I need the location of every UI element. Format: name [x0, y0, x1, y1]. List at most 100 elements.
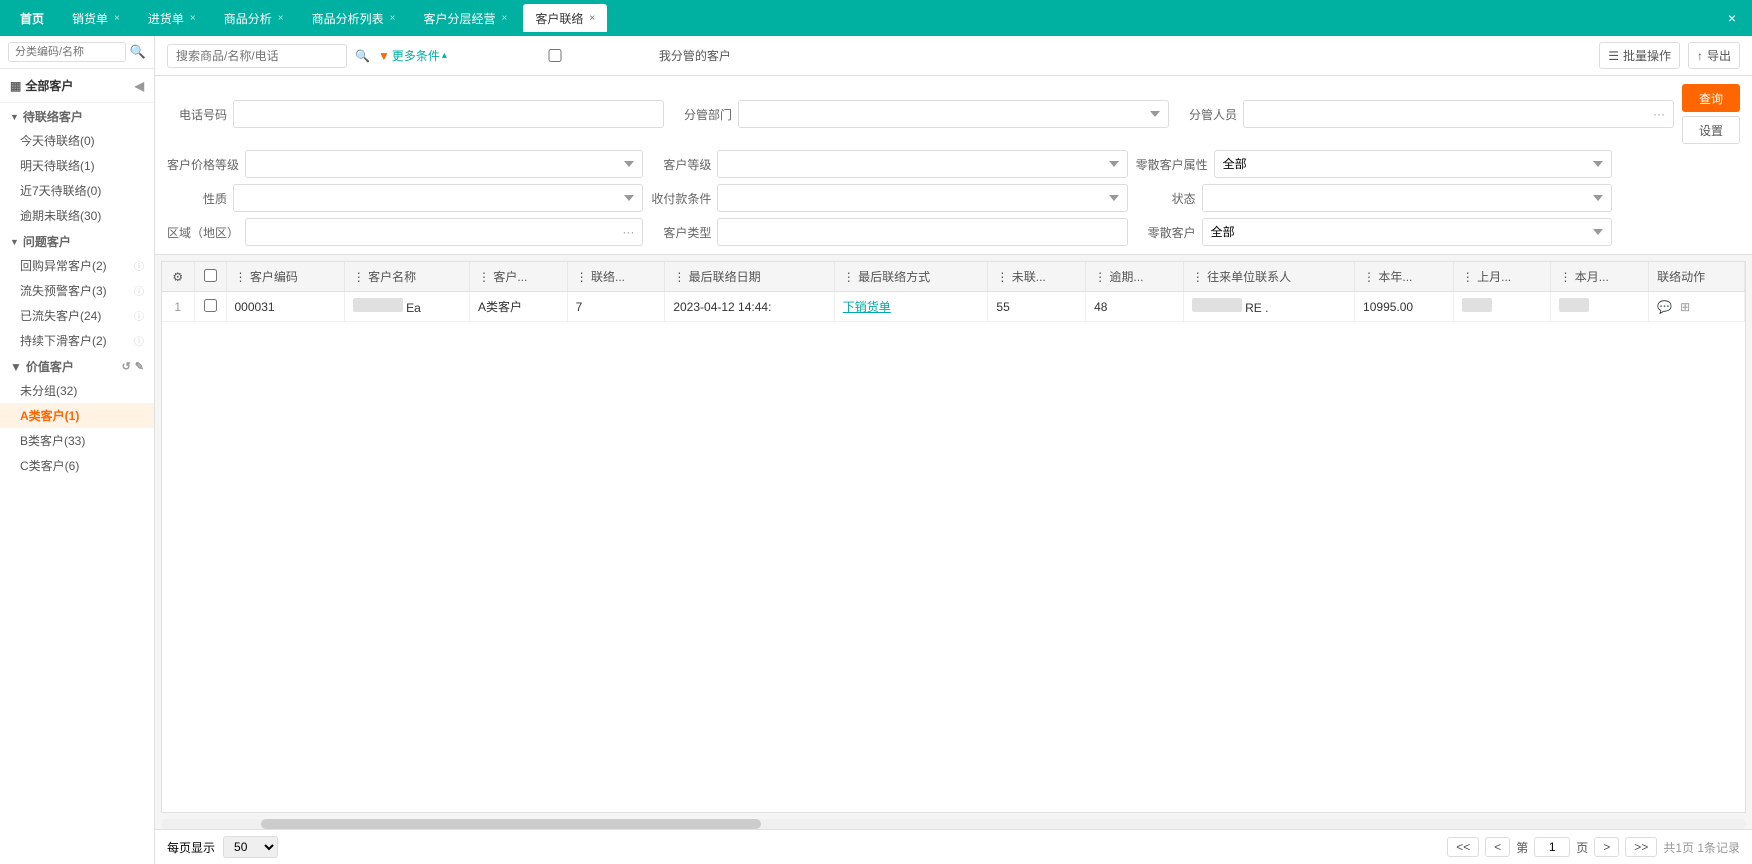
sidebar-collapse-icon[interactable]: ◀ [135, 79, 144, 93]
edit-icon[interactable]: ✎ [135, 360, 144, 373]
col-this-month[interactable]: ⋮ 本月... [1551, 262, 1649, 292]
select-all-checkbox[interactable] [204, 269, 217, 282]
cell-row-actions: 💬 ⊞ [1649, 292, 1745, 322]
col-last-method[interactable]: ⋮ 最后联络方式 [834, 262, 988, 292]
nav-product-list[interactable]: 商品分析列表 × [300, 4, 408, 32]
sidebar-overdue-pending[interactable]: 逾期未联络(30) [0, 203, 154, 228]
status-select[interactable] [1202, 184, 1612, 212]
nav-purchase-close[interactable]: × [190, 13, 196, 24]
nav-home[interactable]: 首页 [8, 4, 56, 32]
sidebar-today-pending[interactable]: 今天待联络(0) [0, 128, 154, 153]
query-button[interactable]: 查询 [1682, 84, 1740, 112]
col-overdue[interactable]: ⋮ 逾期... [1086, 262, 1184, 292]
search-input[interactable] [167, 44, 347, 68]
next-page-button[interactable]: > [1594, 837, 1619, 857]
sidebar-b-class[interactable]: B类客户(33) [0, 428, 154, 453]
page-size-select[interactable]: 50 20 100 [223, 836, 278, 858]
sidebar-churned[interactable]: 已流失客户(24) ⓘ [0, 303, 154, 328]
sidebar-churn-warning[interactable]: 流失预警客户(3) ⓘ [0, 278, 154, 303]
region-input[interactable]: ··· [245, 218, 643, 246]
close-all-button[interactable]: × [1720, 6, 1744, 30]
dept-label: 分管部门 [672, 106, 732, 123]
col-select-all[interactable] [194, 262, 226, 292]
col-this-year[interactable]: ⋮ 本年... [1355, 262, 1454, 292]
phone-label: 电话号码 [167, 106, 227, 123]
col-last-month[interactable]: ⋮ 上月... [1453, 262, 1551, 292]
col-last-date[interactable]: ⋮ 最后联络日期 [665, 262, 834, 292]
sidebar-repurchase-anomaly[interactable]: 回购异常客户(2) ⓘ [0, 253, 154, 278]
nav-customer-layer-close[interactable]: × [501, 13, 507, 24]
phone-input[interactable] [233, 100, 664, 128]
my-customers-checkbox-label[interactable]: 我分管的客户 [455, 47, 731, 64]
setting-button[interactable]: 设置 [1682, 116, 1740, 144]
col-contact-person[interactable]: ⋮ 往来单位联系人 [1183, 262, 1354, 292]
nav-sales[interactable]: 销货单 × [60, 4, 132, 32]
problem-customers-group[interactable]: ▼ 问题客户 [0, 228, 154, 253]
sidebar-declining[interactable]: 持续下滑客户(2) ⓘ [0, 328, 154, 353]
dept-select[interactable] [738, 100, 1169, 128]
pending-contact-group[interactable]: ▼ 待联络客户 [0, 103, 154, 128]
nature-select[interactable] [233, 184, 643, 212]
export-button[interactable]: ↑ 导出 [1688, 42, 1740, 69]
value-customers-group[interactable]: ▼ 价值客户 ↺ ✎ [0, 353, 154, 378]
customer-grade-select[interactable] [717, 150, 1127, 178]
sidebar-7days-pending[interactable]: 近7天待联络(0) [0, 178, 154, 203]
filter-row-4: 区域（地区） ··· 客户类型 零散客户 全部 [167, 218, 1740, 246]
nav-product-list-close[interactable]: × [390, 13, 396, 24]
dept-field: 分管部门 [672, 100, 1169, 128]
col-contact-count[interactable]: ⋮ 联络... [567, 262, 665, 292]
scrollbar-thumb[interactable] [261, 819, 761, 829]
problem-triangle: ▼ [10, 237, 19, 247]
sidebar-search-input[interactable] [8, 42, 126, 62]
col-uncontacted[interactable]: ⋮ 未联... [988, 262, 1086, 292]
row-checkbox[interactable] [204, 299, 217, 312]
filter-row-3: 性质 收付款条件 状态 [167, 184, 1740, 212]
col-type[interactable]: ⋮ 客户... [469, 262, 567, 292]
nav-purchase[interactable]: 进货单 × [136, 4, 208, 32]
cell-checkbox[interactable] [194, 292, 226, 322]
chat-icon[interactable]: 💬 [1657, 300, 1672, 314]
all-customers-item[interactable]: ▦ 全部客户 ◀ [0, 69, 154, 103]
cell-name: Ea [344, 292, 469, 322]
col-name[interactable]: ⋮ 客户名称 [344, 262, 469, 292]
nav-customer-contact-close[interactable]: × [589, 13, 595, 24]
sidebar-a-class[interactable]: A类客户(1) [0, 403, 154, 428]
customer-type-input[interactable] [717, 218, 1127, 246]
sidebar-tomorrow-pending[interactable]: 明天待联络(1) [0, 153, 154, 178]
sidebar-unclassified[interactable]: 未分组(32) [0, 378, 154, 403]
nav-customer-contact[interactable]: 客户联络 × [523, 4, 607, 32]
sidebar-search-icon[interactable]: 🔍 [130, 44, 146, 60]
customer-name-blurred [353, 298, 403, 312]
search-icon[interactable]: 🔍 [355, 49, 370, 63]
nature-label: 性质 [167, 190, 227, 207]
cell-this-year: 10995.00 [1355, 292, 1454, 322]
cell-last-method[interactable]: 下销货单 [834, 292, 988, 322]
horizontal-scrollbar[interactable] [161, 819, 1746, 829]
person-label: 分管人员 [1177, 106, 1237, 123]
batch-op-button[interactable]: ☰ 批量操作 [1599, 42, 1680, 69]
refresh-icon[interactable]: ↺ [122, 360, 131, 373]
price-grade-select[interactable] [245, 150, 643, 178]
nav-sales-close[interactable]: × [114, 13, 120, 24]
retail-customer-select[interactable]: 全部 [1202, 218, 1612, 246]
prev-page-button[interactable]: < [1485, 837, 1510, 857]
my-customers-checkbox[interactable] [455, 49, 655, 62]
qr-icon[interactable]: ⊞ [1680, 300, 1690, 314]
person-input[interactable]: ··· [1243, 100, 1674, 128]
retail-attr-select[interactable]: 全部 [1214, 150, 1612, 178]
person-field: 分管人员 ··· [1177, 100, 1674, 128]
nav-customer-layer[interactable]: 客户分层经营 × [411, 4, 519, 32]
col-code[interactable]: ⋮ 客户编码 [226, 262, 344, 292]
last-page-button[interactable]: >> [1625, 837, 1657, 857]
first-page-button[interactable]: << [1447, 837, 1479, 857]
col-gear[interactable]: ⚙ [162, 262, 194, 292]
page-input[interactable] [1534, 837, 1570, 857]
nav-product-analysis[interactable]: 商品分析 × [212, 4, 296, 32]
sidebar-c-class[interactable]: C类客户(6) [0, 453, 154, 478]
nav-product-analysis-close[interactable]: × [278, 13, 284, 24]
filter-form: 电话号码 分管部门 分管人员 ··· 查询 设置 [155, 76, 1752, 255]
more-filters-button[interactable]: ▼ 更多条件 ▴ [378, 47, 447, 64]
payment-select[interactable] [717, 184, 1127, 212]
region-label: 区域（地区） [167, 224, 239, 241]
data-table: ⚙ ⋮ 客户编码 ⋮ 客户名称 ⋮ 客户... ⋮ 联络... [162, 262, 1745, 322]
